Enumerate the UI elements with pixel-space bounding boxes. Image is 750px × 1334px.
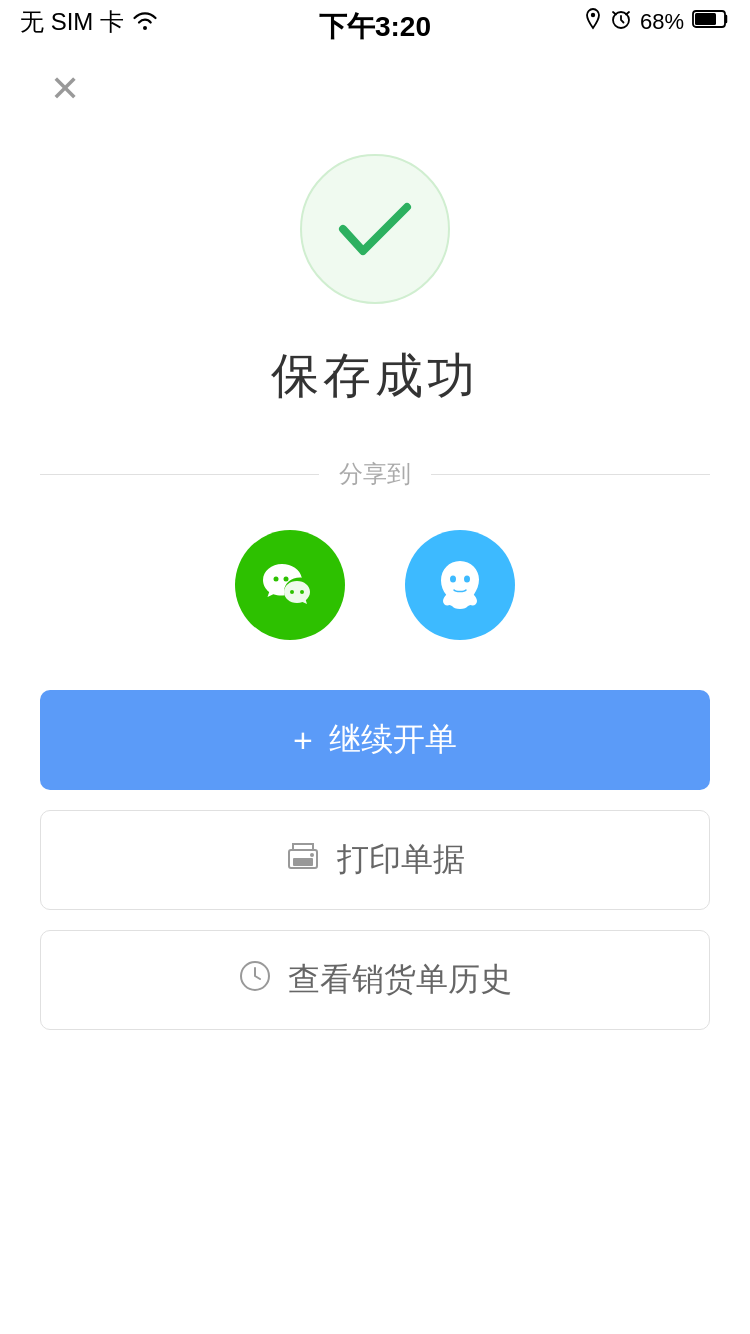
close-icon: ✕ [50, 71, 80, 107]
continue-order-label: 继续开单 [329, 718, 457, 762]
success-icon-circle [300, 154, 450, 304]
svg-point-5 [274, 577, 279, 582]
divider-right [431, 474, 710, 475]
status-bar-left: 无 SIM 卡 [20, 6, 158, 38]
share-icons-container [40, 530, 710, 640]
svg-point-13 [310, 853, 314, 857]
battery-percentage: 68% [640, 9, 684, 35]
svg-point-10 [464, 576, 470, 583]
main-content: ✕ 保存成功 分享到 [0, 44, 750, 1334]
status-bar-time: 下午3:20 [319, 8, 431, 46]
qq-icon [430, 555, 490, 615]
share-label: 分享到 [339, 458, 411, 490]
qq-share-button[interactable] [405, 530, 515, 640]
share-divider: 分享到 [40, 458, 710, 490]
history-button[interactable]: 查看销货单历史 [40, 930, 710, 1030]
sim-status: 无 SIM 卡 [20, 6, 124, 38]
print-label: 打印单据 [337, 838, 465, 882]
svg-rect-12 [293, 858, 313, 866]
checkmark-icon [335, 199, 415, 259]
wifi-icon [132, 8, 158, 36]
wechat-icon [259, 559, 321, 611]
close-button[interactable]: ✕ [40, 64, 90, 114]
svg-point-7 [290, 590, 294, 594]
alarm-icon [610, 8, 632, 36]
continue-order-button[interactable]: + 继续开单 [40, 690, 710, 790]
success-title: 保存成功 [271, 344, 479, 408]
svg-point-9 [450, 576, 456, 583]
wechat-share-button[interactable] [235, 530, 345, 640]
battery-icon [692, 9, 730, 35]
status-bar-right: 68% [584, 8, 730, 36]
status-bar: 无 SIM 卡 下午3:20 68% [0, 0, 750, 44]
location-icon [584, 8, 602, 36]
svg-point-8 [300, 590, 304, 594]
history-label: 查看销货单历史 [288, 958, 512, 1002]
divider-left [40, 474, 319, 475]
svg-point-6 [284, 577, 289, 582]
svg-rect-3 [695, 13, 716, 25]
svg-point-0 [591, 13, 595, 17]
print-icon [285, 840, 321, 880]
history-icon [238, 959, 272, 1001]
plus-icon: + [293, 721, 313, 760]
action-buttons: + 继续开单 打印单据 查看销货单历史 [40, 690, 710, 1030]
share-section: 分享到 [40, 458, 710, 640]
print-button[interactable]: 打印单据 [40, 810, 710, 910]
